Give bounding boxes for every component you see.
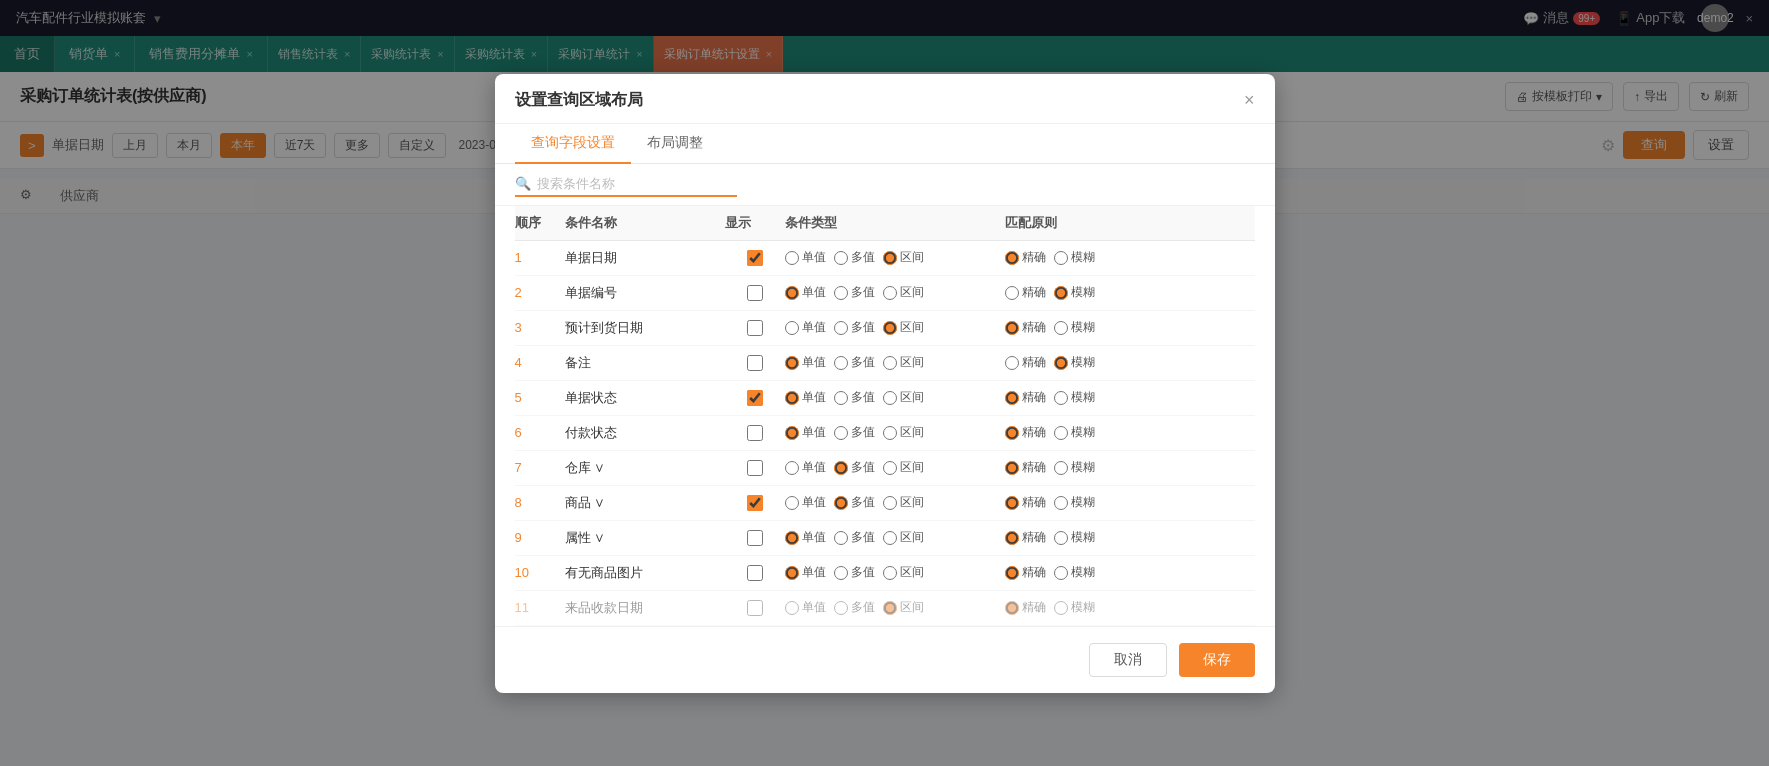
modal-header: 设置查询区域布局 ×: [495, 74, 1275, 124]
field-table-header: 顺序 条件名称 显示 条件类型 匹配原则: [515, 206, 1255, 215]
th-order: 顺序: [515, 214, 565, 215]
modal-title: 设置查询区域布局: [515, 90, 643, 111]
modal-tabs: 查询字段设置 布局调整: [495, 124, 1275, 164]
th-type: 条件类型: [785, 214, 1005, 215]
search-icon: 🔍: [515, 176, 531, 191]
tab-query-fields[interactable]: 查询字段设置: [515, 124, 631, 164]
th-match: 匹配原则: [1005, 214, 1205, 215]
search-input[interactable]: [537, 176, 737, 191]
th-display: 显示: [725, 214, 785, 215]
search-wrap: 🔍: [515, 176, 737, 197]
modal-search-area: 🔍: [495, 164, 1275, 206]
th-name: 条件名称: [565, 214, 725, 215]
tab-layout-adjust[interactable]: 布局调整: [631, 124, 719, 164]
modal-close-btn[interactable]: ×: [1244, 90, 1255, 111]
modal-overlay: 设置查询区域布局 × 查询字段设置 布局调整 🔍 顺序 条件名称 显示 条件类型…: [0, 0, 1769, 214]
settings-modal: 设置查询区域布局 × 查询字段设置 布局调整 🔍 顺序 条件名称 显示 条件类型…: [495, 74, 1275, 215]
field-table: 顺序 条件名称 显示 条件类型 匹配原则 1 单据日期 单值 多值 区间: [495, 206, 1275, 215]
